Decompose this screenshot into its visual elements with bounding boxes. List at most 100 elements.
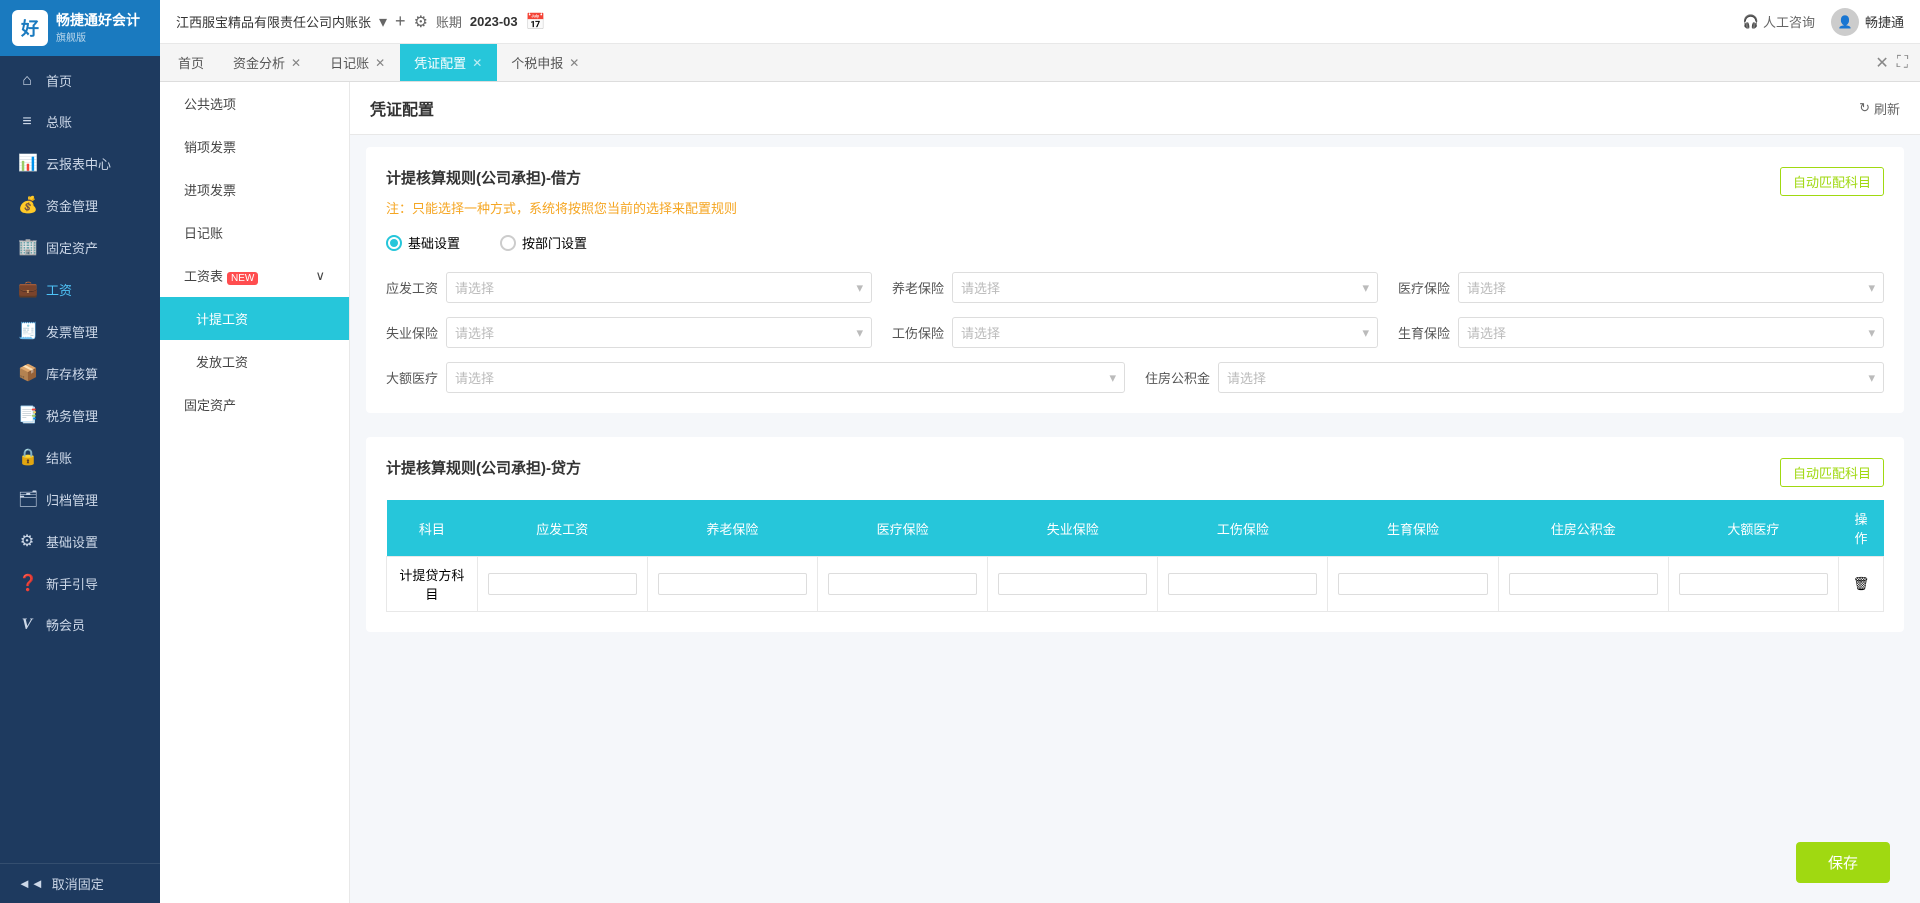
yanglao-select[interactable]: 请选择 ▾ — [952, 272, 1378, 303]
input-yiliao[interactable] — [828, 573, 977, 595]
refresh-button[interactable]: ↻ 刷新 — [1859, 99, 1900, 118]
logo-subtitle: 旗舰版 — [56, 29, 140, 44]
add-icon[interactable]: + — [395, 11, 406, 32]
debit-section: 自动匹配科目 计提核算规则(公司承担)-借方 注：只能选择一种方式，系统将按照您… — [366, 147, 1904, 413]
tab-tax[interactable]: 个税申报 ✕ — [497, 44, 594, 81]
menu-salary-table[interactable]: 工资表NEW ∨ — [160, 254, 349, 297]
input-yingfa[interactable] — [488, 573, 637, 595]
col-action: 操作 — [1838, 500, 1883, 557]
input-gongshang[interactable] — [1168, 573, 1317, 595]
radio-basic[interactable]: 基础设置 — [386, 233, 460, 252]
sidebar-item-member[interactable]: V 畅会员 — [0, 604, 160, 645]
yingfa-label: 应发工资 — [386, 278, 438, 297]
row-label: 计提贷方科目 — [387, 557, 478, 612]
col-zhufang: 住房公积金 — [1498, 500, 1668, 557]
sidebar-item-guide[interactable]: ❓ 新手引导 — [0, 562, 160, 604]
shiye-select[interactable]: 请选择 ▾ — [446, 317, 872, 348]
credit-section: 计提核算规则(公司承担)-贷方 自动匹配科目 科目 应发工资 养老保险 医疗保险… — [366, 437, 1904, 632]
tab-funds-close[interactable]: ✕ — [291, 56, 301, 70]
yiliao-placeholder: 请选择 — [1467, 278, 1506, 297]
save-button[interactable]: 保存 — [1796, 842, 1890, 883]
logo-text-group: 畅捷通好会计 旗舰版 — [56, 12, 140, 44]
sidebar-item-label: 库存核算 — [46, 364, 98, 383]
company-dropdown-icon[interactable]: ▾ — [379, 12, 387, 32]
input-daemei[interactable] — [1679, 573, 1828, 595]
tab-voucher-close[interactable]: ✕ — [472, 56, 482, 70]
sidebar-item-label: 归档管理 — [46, 490, 98, 509]
sidebar-footer-unpin[interactable]: ◄◄ 取消固定 — [0, 863, 160, 903]
logo-title: 畅捷通好会计 — [56, 12, 140, 29]
daemei-select[interactable]: 请选择 ▾ — [446, 362, 1125, 393]
cell-shengyu — [1328, 557, 1498, 612]
radio-dept[interactable]: 按部门设置 — [500, 233, 587, 252]
debit-auto-match-button[interactable]: 自动匹配科目 — [1780, 167, 1884, 196]
gear-icon[interactable]: ⚙ — [414, 12, 428, 32]
user-info[interactable]: 👤 畅捷通 — [1831, 8, 1904, 36]
settings-icon: ⚙ — [18, 531, 36, 551]
delete-icon[interactable]: 🗑 — [1853, 576, 1870, 591]
credit-table-header-row: 科目 应发工资 养老保险 医疗保险 失业保险 工伤保险 生育保险 住房公积金 大… — [387, 500, 1884, 557]
sidebar-item-closing[interactable]: 🔒 结账 — [0, 436, 160, 478]
sidebar-item-settings[interactable]: ⚙ 基础设置 — [0, 520, 160, 562]
yingfa-arrow: ▾ — [856, 280, 863, 296]
cell-action: 🗑 — [1838, 557, 1883, 612]
zhufang-select[interactable]: 请选择 ▾ — [1218, 362, 1884, 393]
col-shengyu: 生育保险 — [1328, 500, 1498, 557]
close-all-icon[interactable]: ✕ — [1875, 53, 1888, 73]
credit-auto-match-button[interactable]: 自动匹配科目 — [1780, 458, 1884, 487]
menu-sales[interactable]: 销项发票 — [160, 125, 349, 168]
cell-yingfa — [477, 557, 647, 612]
home-icon: ⌂ — [18, 72, 36, 90]
col-subject: 科目 — [387, 500, 478, 557]
input-shiye[interactable] — [998, 573, 1147, 595]
yiliao-select[interactable]: 请选择 ▾ — [1458, 272, 1884, 303]
debit-form-grid: 应发工资 请选择 ▾ 养老保险 请选择 ▾ 医疗 — [386, 272, 1884, 348]
gongshang-select[interactable]: 请选择 ▾ — [952, 317, 1378, 348]
sidebar-item-archive[interactable]: 🗂 归档管理 — [0, 478, 160, 520]
sidebar-item-salary[interactable]: 💼 工资 — [0, 268, 160, 310]
shengyu-label: 生育保险 — [1398, 323, 1450, 342]
sidebar-item-tax[interactable]: 📑 税务管理 — [0, 394, 160, 436]
content-area: 凭证配置 ↻ 刷新 自动匹配科目 计提核算规则(公司承担)-借方 注：只能选择一… — [350, 82, 1920, 903]
menu-fixed-assets[interactable]: 固定资产 — [160, 383, 349, 426]
form-item-yingfa: 应发工资 请选择 ▾ — [386, 272, 872, 303]
sidebar-item-label: 税务管理 — [46, 406, 98, 425]
shengyu-select[interactable]: 请选择 ▾ — [1458, 317, 1884, 348]
sidebar-item-inventory[interactable]: 📦 库存核算 — [0, 352, 160, 394]
guide-icon: ❓ — [18, 573, 36, 593]
tabs-right-actions: ✕ ⛶ — [1875, 53, 1916, 73]
yingfa-select[interactable]: 请选择 ▾ — [446, 272, 872, 303]
sidebar-item-funds[interactable]: 💰 资金管理 — [0, 184, 160, 226]
menu-journal[interactable]: 日记账 — [160, 211, 349, 254]
tab-home[interactable]: 首页 — [164, 44, 219, 81]
tab-tax-close[interactable]: ✕ — [569, 56, 579, 70]
sidebar-item-reports[interactable]: 📊 云报表中心 — [0, 142, 160, 184]
input-zhufang[interactable] — [1509, 573, 1658, 595]
sidebar-item-invoice[interactable]: 🧾 发票管理 — [0, 310, 160, 352]
expand-icon[interactable]: ⛶ — [1897, 54, 1908, 72]
yingfa-placeholder: 请选择 — [455, 278, 494, 297]
tab-journal-close[interactable]: ✕ — [375, 56, 385, 70]
menu-pay[interactable]: 发放工资 — [160, 340, 349, 383]
input-yanglao[interactable] — [658, 573, 807, 595]
menu-purchase[interactable]: 进项发票 — [160, 168, 349, 211]
cell-gongshang — [1158, 557, 1328, 612]
sidebar-item-label: 畅会员 — [46, 615, 85, 634]
new-badge: NEW — [227, 272, 258, 285]
sidebar-item-home[interactable]: ⌂ 首页 — [0, 60, 160, 101]
yiliao-arrow: ▾ — [1868, 280, 1875, 296]
service-button[interactable]: 🎧 人工咨询 — [1743, 12, 1815, 31]
sidebar-item-ledger[interactable]: ≡ 总账 — [0, 101, 160, 142]
username-label: 畅捷通 — [1865, 12, 1904, 31]
calendar-icon[interactable]: 📅 — [526, 12, 546, 32]
tab-voucher-label: 凭证配置 — [414, 53, 466, 72]
tab-journal[interactable]: 日记账 ✕ — [316, 44, 400, 81]
company-name[interactable]: 江西服宝精品有限责任公司内账张 — [176, 12, 371, 31]
input-shengyu[interactable] — [1338, 573, 1487, 595]
tab-voucher[interactable]: 凭证配置 ✕ — [400, 44, 497, 81]
menu-provision[interactable]: 计提工资 — [160, 297, 349, 340]
left-menu: 公共选项 销项发票 进项发票 日记账 工资表NEW ∨ 计提工资 发放工资 固定… — [160, 82, 350, 903]
menu-public[interactable]: 公共选项 — [160, 82, 349, 125]
tab-funds[interactable]: 资金分析 ✕ — [219, 44, 316, 81]
sidebar-item-assets[interactable]: 🏢 固定资产 — [0, 226, 160, 268]
